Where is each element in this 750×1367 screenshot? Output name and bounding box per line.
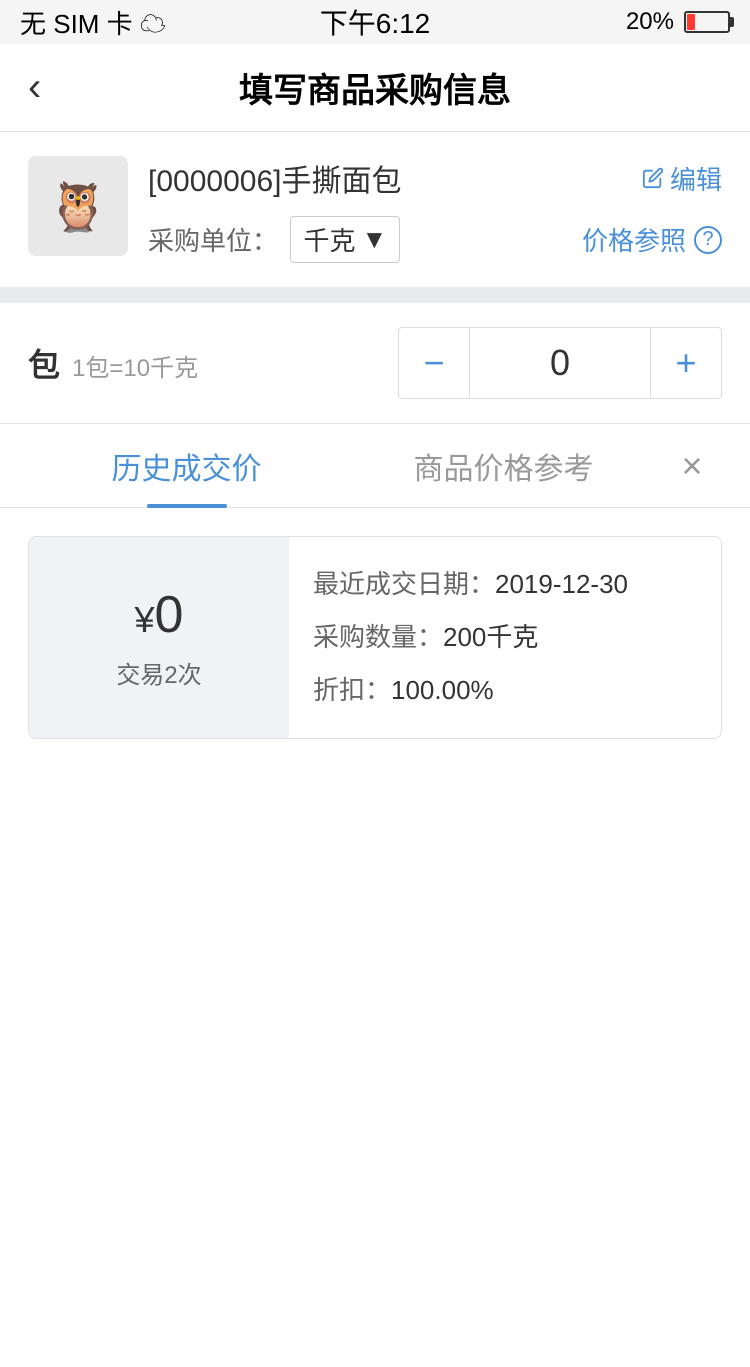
discount-row: 折扣：100.00% [313,671,697,710]
quantity-input[interactable] [470,327,650,399]
price-summary: ¥0 交易2次 [29,537,289,738]
purchase-qty-row: 采购数量：200千克 [313,618,697,657]
tab-price-reference[interactable]: 商品价格参考 [345,424,662,508]
purchase-qty-value: 200千克 [443,622,538,652]
edit-icon [642,167,664,189]
discount-value: 100.00% [391,675,494,705]
unit-group: 采购单位： 千克 ▼ [148,216,400,263]
unit-select[interactable]: 千克 ▼ [290,216,400,263]
edit-button[interactable]: 编辑 [642,160,722,197]
trades-count: 交易2次 [116,655,201,690]
quantity-minus-button[interactable]: − [398,327,470,399]
tab-history-price[interactable]: 历史成交价 [28,424,345,508]
section-divider [0,287,750,303]
product-section: 🦉 [0000006]手撕面包 编辑 采购单位： 千克 ▼ [0,132,750,287]
product-logo-icon: 🦉 [48,178,108,235]
tabs-panel: 历史成交价 商品价格参考 × ¥0 交易2次 最近成交日期：2019-12-30… [0,424,750,767]
status-right-group: 20% [626,8,730,36]
tab-price-ref-label: 商品价格参考 [414,444,594,488]
product-thumbnail: 🦉 [28,156,128,256]
purchase-unit-label: 采购单位： [148,226,278,256]
status-signal: 无 SIM 卡 ☁ [20,4,166,41]
product-name: [0000006]手撕面包 [148,156,401,200]
product-row: 🦉 [0000006]手撕面包 编辑 采购单位： 千克 ▼ [28,156,722,263]
tab-content-history: ¥0 交易2次 最近成交日期：2019-12-30 采购数量：200千克 折扣：… [0,508,750,767]
discount-label: 折扣： [313,675,391,705]
price-display: ¥0 [135,585,184,645]
tabs-header: 历史成交价 商品价格参考 × [0,424,750,508]
quantity-unit-big: 包 [28,340,60,386]
battery-icon [680,11,730,33]
bottom-space [0,767,750,1367]
unit-row: 采购单位： 千克 ▼ 价格参照 ? [148,216,722,263]
quantity-plus-button[interactable]: + [650,327,722,399]
edit-label: 编辑 [670,160,722,197]
navigation-bar: ‹ 填写商品采购信息 [0,44,750,132]
product-header: [0000006]手撕面包 编辑 [148,156,722,200]
status-time: 下午6:12 [320,2,431,42]
tabs-close-button[interactable]: × [662,436,722,496]
quantity-input-group: − + [398,327,722,399]
price-reference-button[interactable]: 价格参照 ? [582,221,722,258]
quantity-section: 包 1包=10千克 − + [0,303,750,423]
status-battery-percent: 20% [626,8,674,36]
dropdown-icon: ▼ [361,224,387,255]
tab-history-label: 历史成交价 [112,444,262,488]
purchase-qty-label: 采购数量： [313,622,443,652]
recent-date-value: 2019-12-30 [495,569,628,599]
unit-value: 千克 [303,221,355,258]
currency-symbol: ¥ [135,599,155,640]
history-price-card: ¥0 交易2次 最近成交日期：2019-12-30 采购数量：200千克 折扣：… [28,536,722,739]
quantity-label-group: 包 1包=10千克 [28,340,198,386]
product-info: [0000006]手撕面包 编辑 采购单位： 千克 ▼ [148,156,722,263]
tab-active-indicator [147,504,227,508]
help-icon: ? [694,226,722,254]
page-title: 填写商品采购信息 [239,63,511,112]
price-amount: 0 [155,586,184,644]
quantity-unit-hint: 1包=10千克 [72,348,198,383]
recent-date-label: 最近成交日期： [313,569,495,599]
recent-date-row: 最近成交日期：2019-12-30 [313,565,697,604]
back-button[interactable]: ‹ [28,65,41,110]
price-details: 最近成交日期：2019-12-30 采购数量：200千克 折扣：100.00% [289,537,721,738]
price-ref-label: 价格参照 [582,221,686,258]
status-bar: 无 SIM 卡 ☁ 下午6:12 20% [0,0,750,44]
